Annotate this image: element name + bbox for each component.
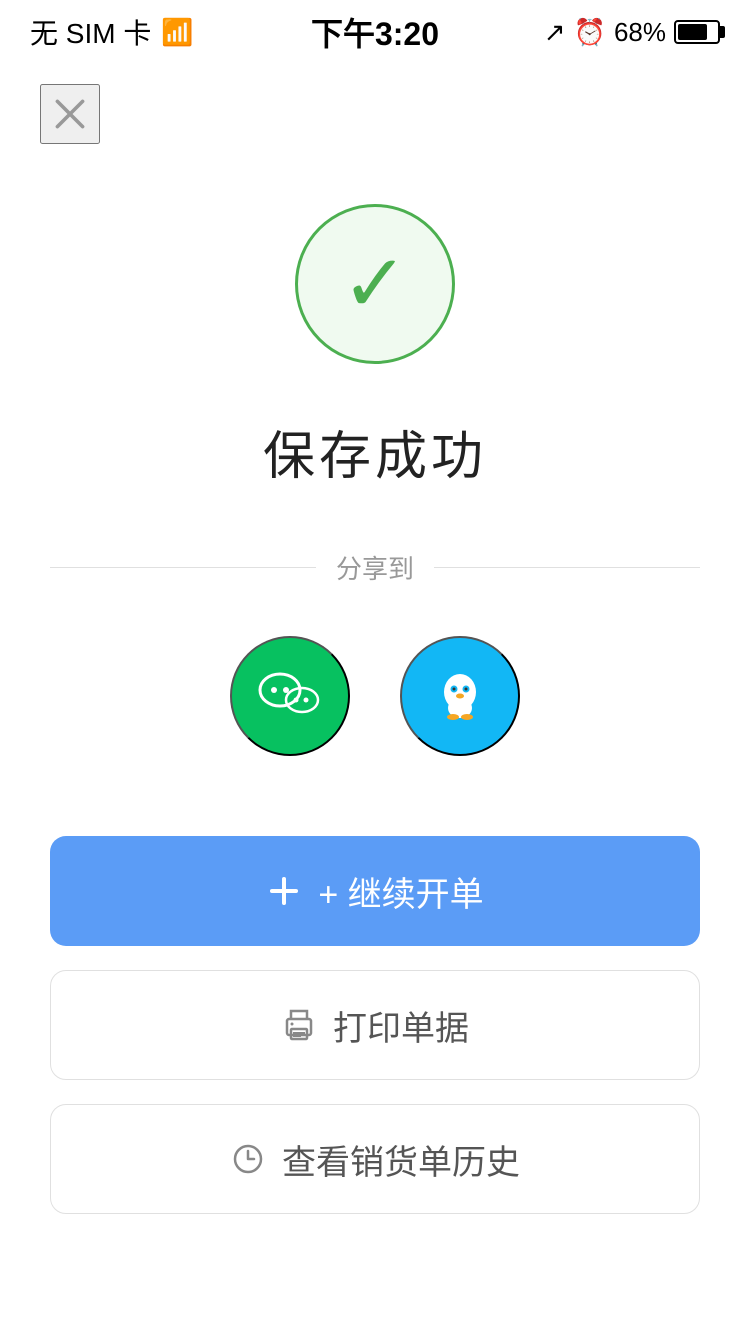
sim-text: 无 SIM 卡 [30, 12, 151, 52]
status-time: 下午3:20 [311, 9, 439, 55]
continue-label: + 继续开单 [318, 867, 483, 916]
wechat-icon [256, 662, 324, 730]
success-title: 保存成功 [263, 414, 487, 489]
wifi-icon: 📶 [161, 17, 193, 48]
battery-percent: 68% [614, 17, 666, 48]
battery-icon [674, 20, 720, 44]
close-button[interactable] [40, 84, 100, 144]
print-button[interactable]: 打印单据 [50, 970, 700, 1080]
divider-row: 分享到 [50, 549, 700, 586]
qq-share-button[interactable] [400, 636, 520, 756]
divider-text: 分享到 [336, 549, 414, 586]
success-area: ✓ 保存成功 [50, 204, 700, 489]
status-left: 无 SIM 卡 📶 [30, 12, 194, 52]
action-buttons: + 继续开单 打印单据 [50, 836, 700, 1214]
main-content: ✓ 保存成功 分享到 [0, 64, 750, 1214]
close-icon [52, 96, 88, 132]
history-icon [230, 1141, 266, 1177]
print-icon [281, 1007, 317, 1043]
history-label: 查看销货单历史 [282, 1135, 520, 1184]
print-label: 打印单据 [333, 1001, 469, 1050]
success-circle: ✓ [295, 204, 455, 364]
status-bar: 无 SIM 卡 📶 下午3:20 ↗ ⏰ 68% [0, 0, 750, 64]
plus-icon [266, 873, 302, 909]
alarm-icon: ⏰ [574, 17, 606, 48]
history-button[interactable]: 查看销货单历史 [50, 1104, 700, 1214]
share-area: 分享到 [50, 549, 700, 756]
divider-line-right [434, 567, 700, 568]
continue-button[interactable]: + 继续开单 [50, 836, 700, 946]
location-icon: ↗ [544, 17, 566, 48]
wechat-share-button[interactable] [230, 636, 350, 756]
divider-line-left [50, 567, 316, 568]
qq-icon [426, 662, 494, 730]
checkmark-icon: ✓ [341, 244, 408, 324]
share-icons [230, 636, 520, 756]
status-right: ↗ ⏰ 68% [544, 17, 720, 48]
